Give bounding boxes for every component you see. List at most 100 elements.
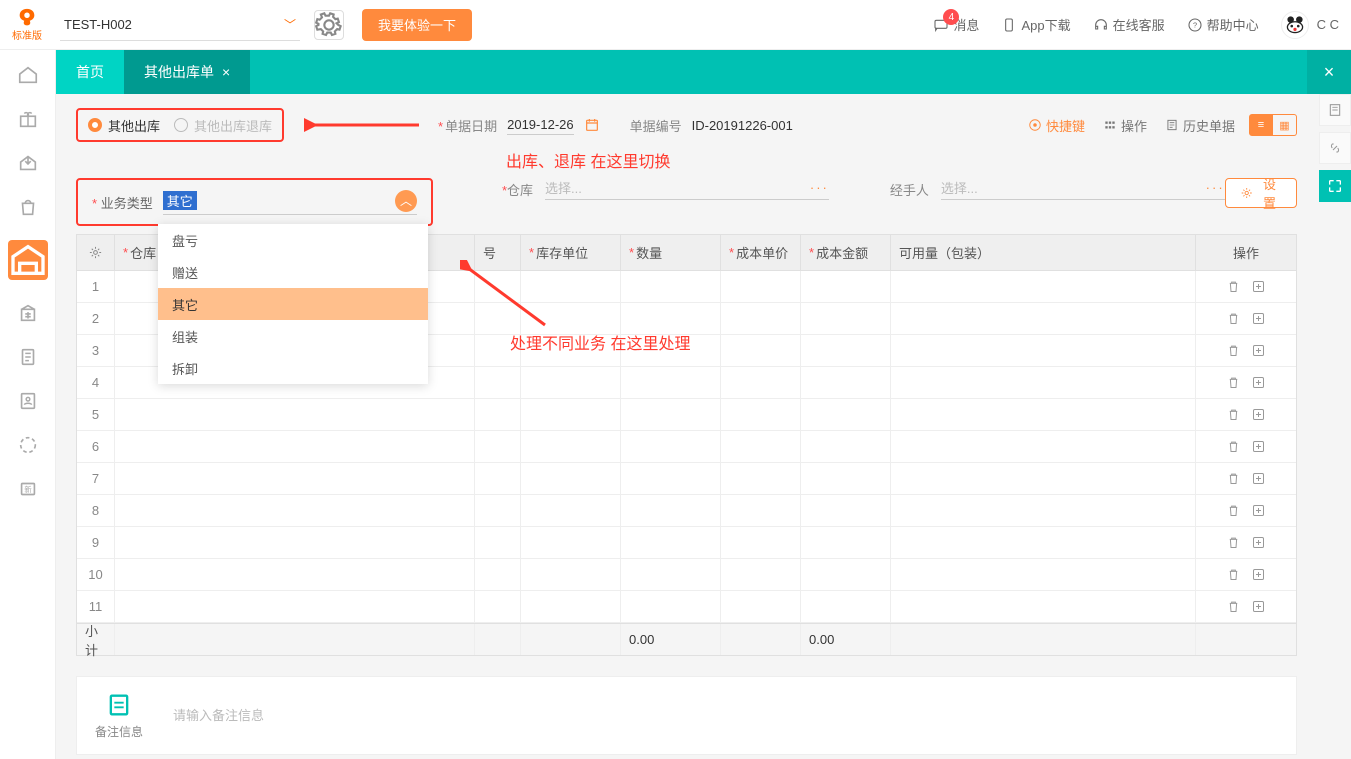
delete-icon[interactable] <box>1226 535 1241 550</box>
delete-icon[interactable] <box>1226 599 1241 614</box>
add-row-icon[interactable] <box>1251 407 1266 422</box>
nav-home-icon[interactable] <box>17 64 39 86</box>
radio-outbound-return[interactable]: 其他出库退库 <box>174 116 272 135</box>
warehouse-select[interactable]: 选择... ··· <box>545 178 829 200</box>
col-config-icon[interactable] <box>77 235 115 270</box>
row-index: 7 <box>77 463 115 494</box>
table-row[interactable]: 7 <box>77 463 1296 495</box>
dropdown-item[interactable]: 其它 <box>158 288 428 320</box>
add-row-icon[interactable] <box>1251 503 1266 518</box>
edition-label: 标准版 <box>12 27 42 42</box>
col-available: 可用量（包装） <box>891 235 1196 270</box>
delete-icon[interactable] <box>1226 567 1241 582</box>
tab-other-outbound[interactable]: 其他出库单 × <box>124 50 250 94</box>
nav-sync-icon[interactable] <box>17 434 39 456</box>
tab-home[interactable]: 首页 <box>56 50 124 94</box>
delete-icon[interactable] <box>1226 439 1241 454</box>
calendar-icon[interactable] <box>584 117 600 133</box>
handler-select[interactable]: 选择... ··· <box>941 178 1225 200</box>
dropdown-item[interactable]: 拆卸 <box>158 352 428 384</box>
org-selector[interactable]: TEST-H002 ﹀ <box>60 9 300 41</box>
delete-icon[interactable] <box>1226 407 1241 422</box>
add-row-icon[interactable] <box>1251 471 1266 486</box>
tabs-close-all[interactable]: × <box>1307 50 1351 94</box>
view-grid-icon[interactable]: ▦ <box>1273 114 1297 136</box>
notes-input[interactable] <box>173 708 1278 723</box>
row-index: 10 <box>77 559 115 590</box>
radio-outbound[interactable]: 其他出库 <box>88 116 160 135</box>
table-footer: 小计 0.00 0.00 <box>77 623 1296 655</box>
business-type-select[interactable]: 其它 ︿ <box>163 190 417 215</box>
avatar[interactable] <box>1281 11 1309 39</box>
delete-icon[interactable] <box>1226 343 1241 358</box>
help-icon: ? <box>1187 17 1203 33</box>
add-row-icon[interactable] <box>1251 279 1266 294</box>
history-link[interactable]: 历史单据 <box>1165 116 1235 135</box>
app-download-link[interactable]: App下载 <box>1001 15 1070 34</box>
avatar-icon <box>1282 12 1308 38</box>
table-row[interactable]: 8 <box>77 495 1296 527</box>
dock-link-icon[interactable] <box>1319 132 1351 164</box>
svg-text:新: 新 <box>24 485 32 494</box>
add-row-icon[interactable] <box>1251 567 1266 582</box>
view-list-icon[interactable]: ≡ <box>1249 114 1273 136</box>
table-row[interactable]: 9 <box>77 527 1296 559</box>
nav-inbound-icon[interactable] <box>17 152 39 174</box>
operate-link[interactable]: 操作 <box>1103 116 1147 135</box>
table-row[interactable]: 10 <box>77 559 1296 591</box>
customer-service-link[interactable]: 在线客服 <box>1093 15 1165 34</box>
gear-icon <box>315 11 343 39</box>
close-icon[interactable]: × <box>222 64 230 80</box>
delete-icon[interactable] <box>1226 279 1241 294</box>
table-row[interactable]: 6 <box>77 431 1296 463</box>
add-row-icon[interactable] <box>1251 343 1266 358</box>
handler-select-cell: 经手人 选择... ··· <box>869 178 1225 200</box>
experience-button[interactable]: 我要体验一下 <box>362 9 472 41</box>
radio-on-icon <box>88 118 102 132</box>
handler-label: 经手人 <box>869 180 929 199</box>
nav-bag-icon[interactable] <box>17 196 39 218</box>
add-row-icon[interactable] <box>1251 375 1266 390</box>
delete-icon[interactable] <box>1226 375 1241 390</box>
subtotal-label: 小计 <box>77 624 115 655</box>
side-nav: 新 <box>0 50 56 759</box>
headset-icon <box>1093 17 1109 33</box>
table-row[interactable]: 11 <box>77 591 1296 623</box>
settings-icon-button[interactable] <box>314 10 344 40</box>
nav-clipboard-icon[interactable] <box>17 346 39 368</box>
messages-link[interactable]: 4 消息 <box>933 15 979 34</box>
add-row-icon[interactable] <box>1251 599 1266 614</box>
nav-contact-icon[interactable] <box>17 390 39 412</box>
dock-expand-icon[interactable] <box>1319 170 1351 202</box>
date-value[interactable]: 2019-12-26 <box>507 115 574 135</box>
table-row[interactable]: 5 <box>77 399 1296 431</box>
delete-icon[interactable] <box>1226 471 1241 486</box>
nav-gift-icon[interactable] <box>17 108 39 130</box>
dropdown-item[interactable]: 盘亏 <box>158 224 428 256</box>
nav-money-icon[interactable] <box>17 302 39 324</box>
col-qty: *数量 <box>621 235 721 270</box>
add-row-icon[interactable] <box>1251 311 1266 326</box>
nav-warehouse-icon[interactable] <box>8 240 48 280</box>
phone-icon <box>1001 17 1017 33</box>
shortcut-link[interactable]: 快捷键 <box>1028 116 1085 135</box>
add-row-icon[interactable] <box>1251 535 1266 550</box>
business-type-dropdown: 盘亏赠送其它组装拆卸 <box>158 224 428 384</box>
dropdown-item[interactable]: 组装 <box>158 320 428 352</box>
help-center-link[interactable]: ? 帮助中心 <box>1187 15 1259 34</box>
view-switch: ≡ ▦ <box>1249 114 1297 136</box>
col-price: *成本单价 <box>721 235 801 270</box>
selector-row: * 业务类型 其它 ︿ 盘亏赠送其它组装拆卸 *仓库 选择... ··· 经手人… <box>76 178 1297 222</box>
subtotal-amount: 0.00 <box>801 624 891 655</box>
nav-new-icon[interactable]: 新 <box>17 478 39 500</box>
delete-icon[interactable] <box>1226 311 1241 326</box>
warehouse-select-cell: *仓库 选择... ··· <box>473 178 829 200</box>
row-index: 6 <box>77 431 115 462</box>
settings-button[interactable]: 设置 <box>1225 178 1297 208</box>
dock-note-icon[interactable] <box>1319 94 1351 126</box>
annotation-arrow-1 <box>304 115 424 135</box>
add-row-icon[interactable] <box>1251 439 1266 454</box>
dropdown-item[interactable]: 赠送 <box>158 256 428 288</box>
delete-icon[interactable] <box>1226 503 1241 518</box>
svg-text:?: ? <box>1193 20 1197 29</box>
